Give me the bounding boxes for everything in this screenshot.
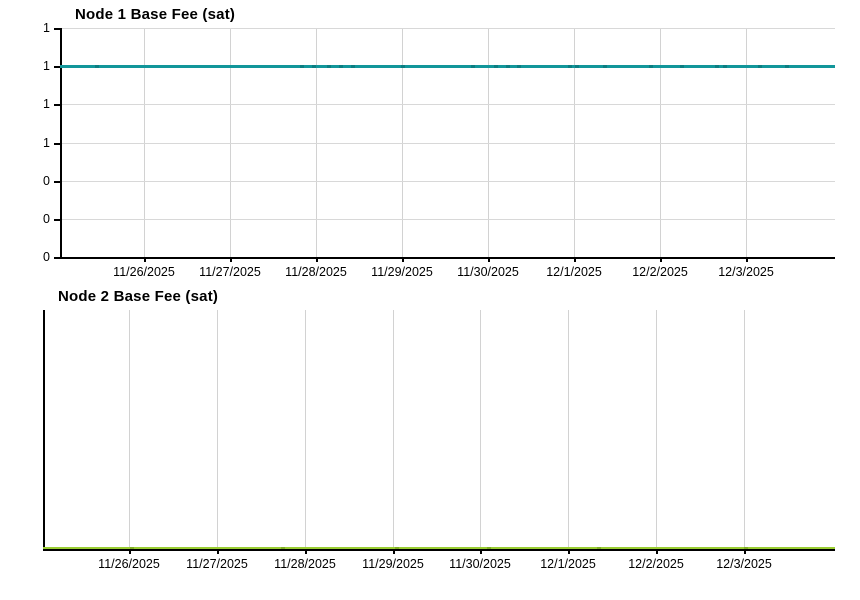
x-tick-label: 11/27/2025 — [188, 265, 272, 279]
x-tick-label: 12/3/2025 — [702, 557, 786, 571]
y-tick-label: 1 — [24, 59, 50, 73]
y-tick-label: 0 — [24, 212, 50, 226]
data-point-marker — [680, 65, 684, 68]
x-tick-label: 12/1/2025 — [526, 557, 610, 571]
gridline-horizontal — [60, 219, 835, 220]
x-axis-line — [43, 549, 835, 551]
data-point-marker — [327, 65, 331, 68]
y-axis-line — [60, 28, 62, 257]
x-tick-label: 12/2/2025 — [618, 265, 702, 279]
data-point-marker — [395, 547, 399, 549]
gridline-vertical — [393, 310, 394, 549]
y-tick-label: 1 — [24, 97, 50, 111]
y-tick-label: 1 — [24, 136, 50, 150]
data-point-marker — [568, 65, 572, 68]
y-axis-line — [43, 310, 45, 549]
data-point-marker — [494, 65, 498, 68]
gridline-vertical — [217, 310, 218, 549]
data-point-marker — [487, 547, 491, 549]
x-tick-label: 11/26/2025 — [87, 557, 171, 571]
dashboard-canvas: Node 1 Base Fee (sat) 11/26/202511/27/20… — [0, 0, 860, 600]
x-tick-label: 11/27/2025 — [175, 557, 259, 571]
gridline-horizontal — [60, 143, 835, 144]
x-tick-label: 11/30/2025 — [438, 557, 522, 571]
gridline-vertical — [656, 310, 657, 549]
plot-area-node2: 11/26/202511/27/202511/28/202511/29/2025… — [43, 310, 835, 549]
x-tick-label: 12/1/2025 — [532, 265, 616, 279]
gridline-horizontal — [60, 28, 835, 29]
data-point-marker — [506, 65, 510, 68]
x-tick-label: 11/29/2025 — [351, 557, 435, 571]
data-point-marker — [281, 547, 285, 549]
data-point-marker — [597, 547, 601, 549]
chart-title-node1: Node 1 Base Fee (sat) — [75, 6, 235, 23]
x-tick-label: 11/29/2025 — [360, 265, 444, 279]
data-point-marker — [300, 65, 304, 68]
data-point-marker — [351, 65, 355, 68]
data-point-marker — [723, 65, 727, 68]
gridline-horizontal — [60, 181, 835, 182]
gridline-vertical — [129, 310, 130, 549]
gridline-vertical — [744, 310, 745, 549]
x-tick-label: 12/3/2025 — [704, 265, 788, 279]
x-axis-line — [60, 257, 835, 259]
x-tick-label: 11/30/2025 — [446, 265, 530, 279]
x-tick-label: 11/28/2025 — [263, 557, 347, 571]
series-line — [43, 547, 835, 549]
data-point-marker — [785, 65, 789, 68]
x-tick-label: 11/28/2025 — [274, 265, 358, 279]
x-tick-label: 12/2/2025 — [614, 557, 698, 571]
data-point-marker — [471, 65, 475, 68]
plot-area-node1: 11/26/202511/27/202511/28/202511/29/2025… — [60, 28, 835, 257]
data-point-marker — [312, 65, 316, 68]
y-tick-label: 0 — [24, 250, 50, 264]
gridline-vertical — [305, 310, 306, 549]
gridline-horizontal — [60, 104, 835, 105]
gridline-vertical — [568, 310, 569, 549]
data-point-marker — [603, 65, 607, 68]
chart-title-node2: Node 2 Base Fee (sat) — [58, 288, 218, 305]
data-point-marker — [517, 65, 521, 68]
y-tick-label: 0 — [24, 174, 50, 188]
data-point-marker — [95, 65, 99, 68]
data-point-marker — [715, 65, 719, 68]
data-point-marker — [339, 65, 343, 68]
y-tick-label: 1 — [24, 21, 50, 35]
data-point-marker — [649, 65, 653, 68]
data-point-marker — [575, 65, 579, 68]
data-point-marker — [130, 547, 134, 549]
gridline-vertical — [480, 310, 481, 549]
data-point-marker — [758, 65, 762, 68]
data-point-marker — [744, 547, 748, 549]
x-tick-label: 11/26/2025 — [102, 265, 186, 279]
data-point-marker — [401, 65, 405, 68]
